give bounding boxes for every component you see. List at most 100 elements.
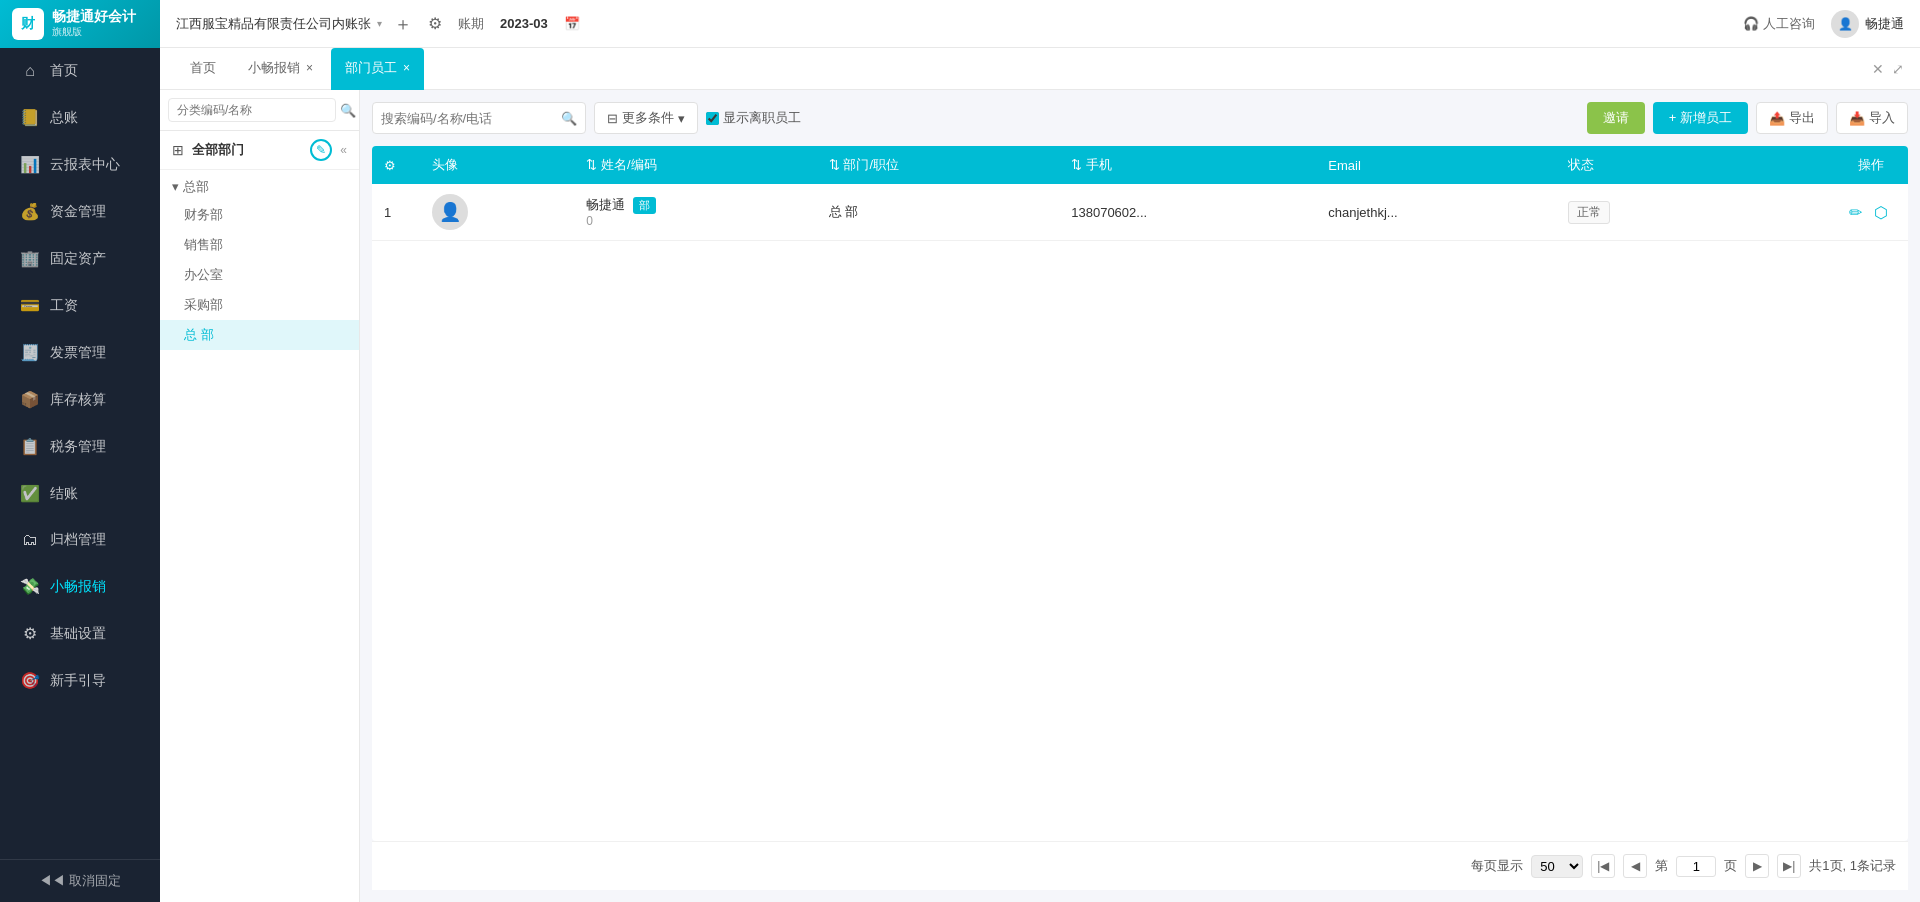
support-label: 人工咨询: [1763, 15, 1815, 33]
settings-nav-icon: ⚙: [20, 624, 40, 643]
dept-item-finance[interactable]: 财务部: [160, 200, 359, 230]
page-input[interactable]: [1676, 856, 1716, 877]
search-wrapper: 🔍: [372, 102, 586, 134]
employee-toolbar: 🔍 ⊟ 更多条件 ▾ 显示离职员工 邀请 + 新增员工: [372, 102, 1908, 134]
invoice-icon: 🧾: [20, 343, 40, 362]
col-avatar: 头像: [420, 146, 574, 184]
sidebar-item-archive[interactable]: 🗂 归档管理: [0, 517, 160, 563]
logo-area: 财 畅捷通好会计 旗舰版: [0, 0, 160, 48]
show-resigned-checkbox[interactable]: [706, 112, 719, 125]
edit-button[interactable]: ✏: [1849, 204, 1862, 221]
tab-home[interactable]: 首页: [176, 48, 230, 90]
dept-item-sales[interactable]: 销售部: [160, 230, 359, 260]
sidebar-item-settings[interactable]: ⚙ 基础设置: [0, 610, 160, 657]
header-right: 🎧 人工咨询 👤 畅捷通: [1743, 10, 1904, 38]
user-area[interactable]: 👤 畅捷通: [1831, 10, 1904, 38]
table-row: 1 👤 畅捷通 部 0: [372, 184, 1908, 241]
content-area: 首页 小畅报销 × 部门员工 × ✕ ⤢ 🔍: [160, 48, 1920, 902]
tab-xiaochang[interactable]: 小畅报销 ×: [234, 48, 327, 90]
col-settings[interactable]: ⚙: [372, 146, 420, 184]
company-selector[interactable]: 江西服宝精品有限责任公司内账张 ▾: [176, 15, 382, 33]
window-expand-button[interactable]: ⤢: [1892, 61, 1904, 77]
sidebar-label-checkout: 结账: [50, 485, 78, 503]
prev-page-button[interactable]: ◀: [1623, 854, 1647, 878]
dept-group-headquarters: ▾ 总部: [160, 174, 359, 200]
dept-collapse-button[interactable]: «: [340, 143, 347, 157]
col-phone[interactable]: ⇅ 手机: [1059, 146, 1316, 184]
support-button[interactable]: 🎧 人工咨询: [1743, 15, 1815, 33]
sidebar-item-home[interactable]: ⌂ 首页: [0, 48, 160, 94]
dept-item-general[interactable]: 总 部: [160, 320, 359, 350]
last-page-button[interactable]: ▶|: [1777, 854, 1801, 878]
tab-dept-employee[interactable]: 部门员工 ×: [331, 48, 424, 90]
page-suffix: 页: [1724, 857, 1737, 875]
employee-table: ⚙ 头像 ⇅ 姓名/编码 ⇅ 部门/职位 ⇅ 手机 Email 状态 操作: [372, 146, 1908, 841]
sidebar-item-checkout[interactable]: ✅ 结账: [0, 470, 160, 517]
dept-item-office[interactable]: 办公室: [160, 260, 359, 290]
tab-xiaochang-label: 小畅报销: [248, 59, 300, 77]
dept-edit-button[interactable]: ✎: [310, 139, 332, 161]
search-input[interactable]: [381, 111, 561, 126]
sidebar-item-assets[interactable]: 🏢 固定资产: [0, 235, 160, 282]
employee-code: 0: [586, 214, 804, 228]
department-panel: 🔍 ⊞ 全部部门 ✎ « ▾ 总部 财务部 销售部 办公室 采购部 总 部: [160, 90, 360, 902]
page-label: 第: [1655, 857, 1668, 875]
app-title: 畅捷通好会计: [52, 8, 136, 25]
sidebar-item-funds[interactable]: 💰 资金管理: [0, 188, 160, 235]
toolbar-right: 邀请 + 新增员工 📤 导出 📥 导入: [1587, 102, 1908, 134]
settings-icon[interactable]: ⚙: [428, 14, 442, 33]
sidebar-label-tax: 税务管理: [50, 438, 106, 456]
export-button[interactable]: 📤 导出: [1756, 102, 1828, 134]
next-page-button[interactable]: ▶: [1745, 854, 1769, 878]
chevron-down-icon: ▾: [377, 18, 382, 29]
per-page-select[interactable]: 50 10 20 100: [1531, 855, 1583, 878]
sidebar-label-home: 首页: [50, 62, 78, 80]
invite-button[interactable]: 邀请: [1587, 102, 1645, 134]
search-icon[interactable]: 🔍: [561, 111, 577, 126]
import-button[interactable]: 📥 导入: [1836, 102, 1908, 134]
top-header: 财 畅捷通好会计 旗舰版 江西服宝精品有限责任公司内账张 ▾ ＋ ⚙ 账期 20…: [0, 0, 1920, 48]
sidebar-item-ledger[interactable]: 📒 总账: [0, 94, 160, 141]
tab-dept-employee-close[interactable]: ×: [403, 61, 410, 75]
sidebar-item-xiaochang[interactable]: 💸 小畅报销: [0, 563, 160, 610]
dept-item-purchase[interactable]: 采购部: [160, 290, 359, 320]
sidebar-item-salary[interactable]: 💳 工资: [0, 282, 160, 329]
first-page-button[interactable]: |◀: [1591, 854, 1615, 878]
col-name[interactable]: ⇅ 姓名/编码: [574, 146, 816, 184]
reports-icon: 📊: [20, 155, 40, 174]
sidebar-item-tax[interactable]: 📋 税务管理: [0, 423, 160, 470]
dept-search-input[interactable]: [168, 98, 336, 122]
sidebar-label-xiaochang: 小畅报销: [50, 578, 106, 596]
user-name: 畅捷通: [1865, 15, 1904, 33]
show-resigned-label[interactable]: 显示离职员工: [706, 109, 801, 127]
filter-button[interactable]: ⊟ 更多条件 ▾: [594, 102, 698, 134]
calendar-icon[interactable]: 📅: [564, 16, 580, 31]
add-employee-button[interactable]: + 新增员工: [1653, 102, 1748, 134]
col-dept[interactable]: ⇅ 部门/职位: [817, 146, 1059, 184]
sidebar-item-invoice[interactable]: 🧾 发票管理: [0, 329, 160, 376]
dept-search-bar: 🔍: [160, 90, 359, 131]
dept-search-icon[interactable]: 🔍: [340, 103, 356, 118]
show-resigned-text: 显示离职员工: [723, 109, 801, 127]
employee-dept-badge: 部: [633, 197, 656, 214]
dept-all-label: 全部部门: [192, 141, 244, 159]
export-label: 导出: [1789, 109, 1815, 127]
headset-icon: 🎧: [1743, 16, 1759, 31]
sidebar-item-reports[interactable]: 📊 云报表中心: [0, 141, 160, 188]
logout-button[interactable]: ⬡: [1874, 204, 1888, 221]
sidebar-label-reports: 云报表中心: [50, 156, 120, 174]
sidebar-item-inventory[interactable]: 📦 库存核算: [0, 376, 160, 423]
add-company-button[interactable]: ＋: [394, 12, 412, 36]
guide-icon: 🎯: [20, 671, 40, 690]
sidebar-label-settings: 基础设置: [50, 625, 106, 643]
sidebar-label-funds: 资金管理: [50, 203, 106, 221]
tab-home-label: 首页: [190, 59, 216, 77]
home-icon: ⌂: [20, 62, 40, 80]
window-close-button[interactable]: ✕: [1872, 61, 1884, 77]
tab-xiaochang-close[interactable]: ×: [306, 61, 313, 75]
filter-label: 更多条件: [622, 109, 674, 127]
sidebar-item-guide[interactable]: 🎯 新手引导: [0, 657, 160, 704]
cell-status: 正常: [1556, 184, 1726, 241]
cancel-fixed-button[interactable]: ◀◀ 取消固定: [0, 859, 160, 902]
cell-dept: 总 部: [817, 184, 1059, 241]
